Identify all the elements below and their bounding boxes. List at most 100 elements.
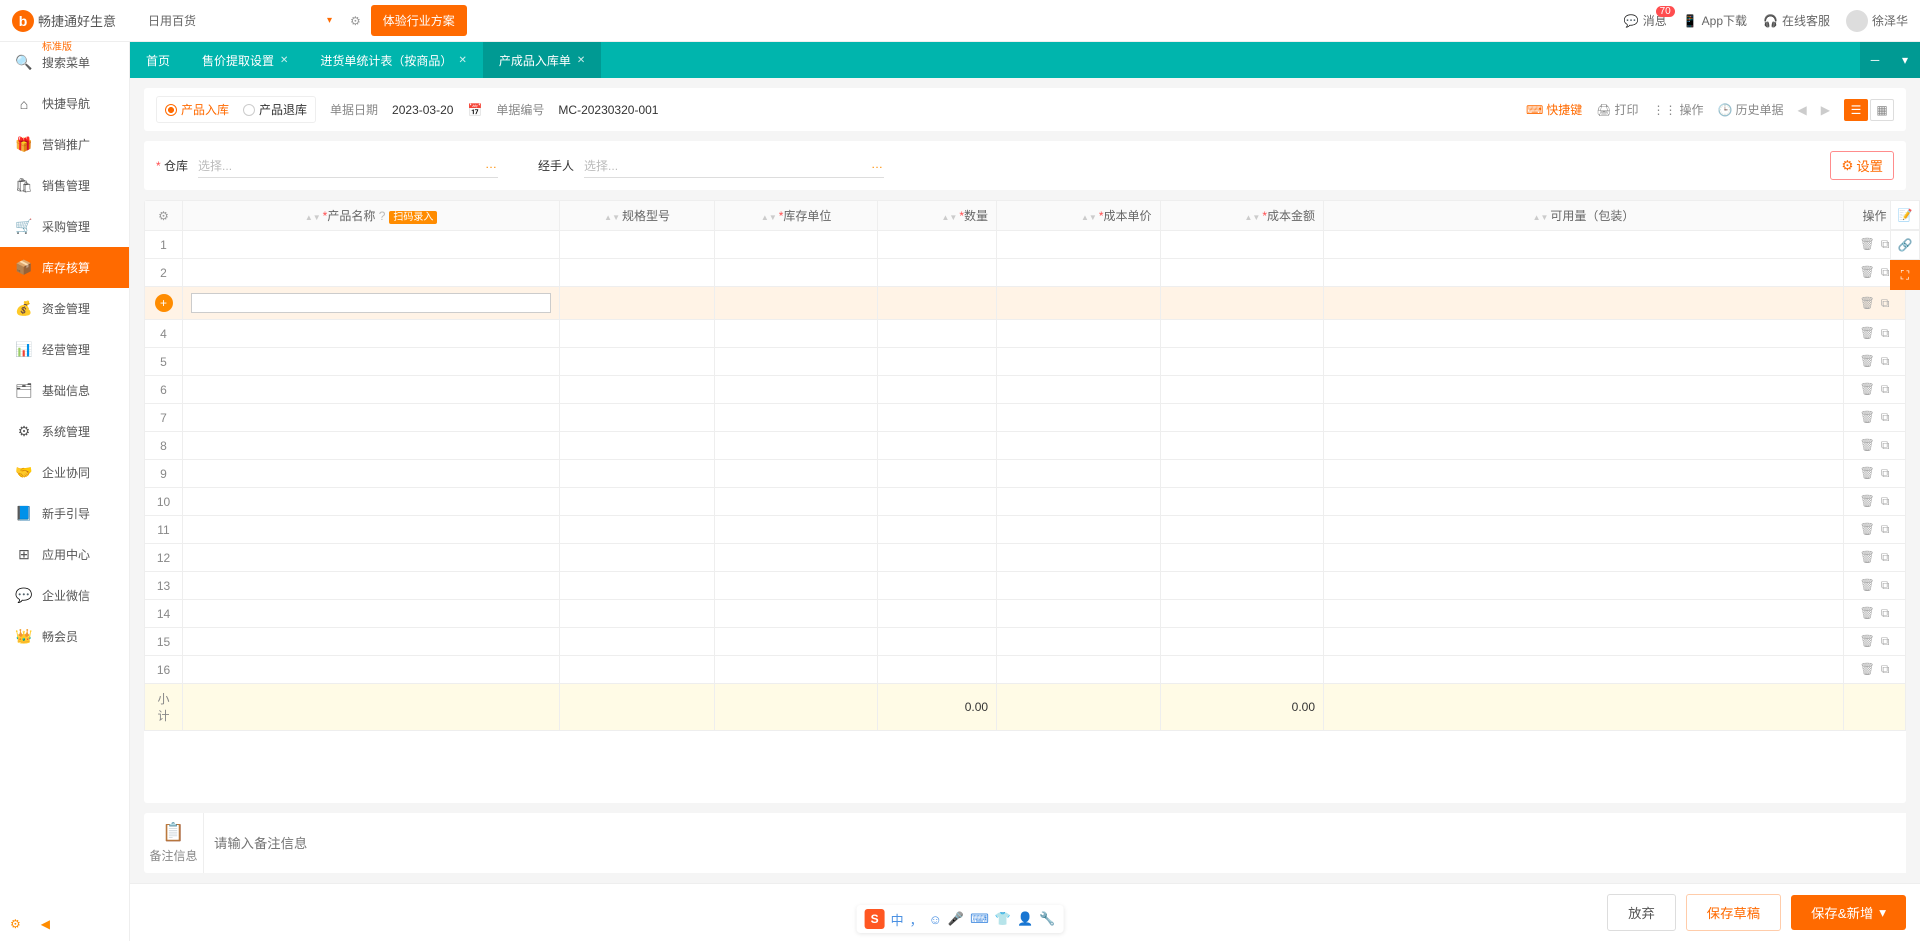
cell-unit[interactable] [714, 376, 877, 404]
row-delete-icon[interactable]: 🗑 [1860, 466, 1875, 480]
cell-available[interactable] [1324, 460, 1844, 488]
cell-product[interactable] [183, 231, 560, 259]
cell-price[interactable] [997, 460, 1160, 488]
grid-row[interactable]: 16🗑⧉ [145, 656, 1906, 684]
cell-spec[interactable] [560, 432, 715, 460]
cell-spec[interactable] [560, 404, 715, 432]
cell-amount[interactable] [1160, 348, 1324, 376]
col-amount[interactable]: ▲▼*成本金额 [1160, 201, 1324, 231]
cell-unit[interactable] [714, 628, 877, 656]
tab-3[interactable]: 产成品入库单✕ [483, 42, 601, 78]
cell-available[interactable] [1324, 572, 1844, 600]
row-delete-icon[interactable]: 🗑 [1860, 296, 1875, 310]
cell-amount[interactable] [1160, 460, 1324, 488]
row-delete-icon[interactable]: 🗑 [1860, 606, 1875, 620]
cell-unit[interactable] [714, 572, 877, 600]
grid-row[interactable]: 8🗑⧉ [145, 432, 1906, 460]
grid-row[interactable]: 7🗑⧉ [145, 404, 1906, 432]
cell-spec[interactable] [560, 259, 715, 287]
user-menu[interactable]: 徐泽华 [1846, 10, 1908, 32]
col-product[interactable]: ▲▼*产品名称 ?扫码录入 [183, 201, 560, 231]
col-spec[interactable]: ▲▼规格型号 [560, 201, 715, 231]
grid-row[interactable]: 1🗑⧉ [145, 231, 1906, 259]
row-delete-icon[interactable]: 🗑 [1860, 522, 1875, 536]
cell-qty[interactable] [878, 404, 997, 432]
row-delete-icon[interactable]: 🗑 [1860, 326, 1875, 340]
cell-spec[interactable] [560, 320, 715, 348]
cell-unit[interactable] [714, 320, 877, 348]
cell-available[interactable] [1324, 488, 1844, 516]
cell-available[interactable] [1324, 544, 1844, 572]
cell-qty[interactable] [878, 572, 997, 600]
sidebar-item-14[interactable]: 👑畅会员 [0, 616, 129, 657]
row-copy-icon[interactable]: ⧉ [1881, 354, 1890, 368]
row-copy-icon[interactable]: ⧉ [1881, 237, 1890, 251]
cell-amount[interactable] [1160, 259, 1324, 287]
close-icon[interactable]: ✕ [458, 55, 466, 66]
tab-2[interactable]: 进货单统计表（按商品）✕ [304, 42, 482, 78]
cell-product[interactable] [183, 376, 560, 404]
cell-spec[interactable] [560, 544, 715, 572]
tab-menu-button[interactable]: ▾ [1890, 42, 1920, 78]
settings-icon[interactable]: ⚙ [350, 14, 361, 28]
cell-amount[interactable] [1160, 516, 1324, 544]
close-icon[interactable]: ✕ [280, 55, 288, 66]
sidebar-item-5[interactable]: 📦库存核算 [0, 247, 129, 288]
cell-amount[interactable] [1160, 376, 1324, 404]
save-and-new-button[interactable]: 保存&新增 ▾ [1791, 895, 1906, 930]
app-download-link[interactable]: 📱 App下载 [1683, 12, 1747, 29]
grid-row[interactable]: 15🗑⧉ [145, 628, 1906, 656]
operate-link[interactable]: ⋮⋮ 操作 [1653, 101, 1704, 118]
column-config-icon[interactable]: ⚙ [158, 209, 169, 223]
cell-qty[interactable] [878, 259, 997, 287]
cell-product[interactable] [183, 320, 560, 348]
cell-amount[interactable] [1160, 572, 1324, 600]
rail-note-icon[interactable]: 📝 [1890, 200, 1920, 230]
tab-minimize-button[interactable]: ─ [1860, 42, 1890, 78]
save-draft-button[interactable]: 保存草稿 [1686, 894, 1781, 931]
trial-button[interactable]: 体验行业方案 [371, 5, 467, 36]
cell-price[interactable] [997, 656, 1160, 684]
row-copy-icon[interactable]: ⧉ [1881, 326, 1890, 340]
cell-available[interactable] [1324, 376, 1844, 404]
discard-button[interactable]: 放弃 [1607, 894, 1676, 931]
cell-unit[interactable] [714, 287, 877, 320]
shortcut-link[interactable]: ⌨ 快捷键 [1526, 101, 1582, 118]
cell-amount[interactable] [1160, 320, 1324, 348]
cell-available[interactable] [1324, 432, 1844, 460]
ime-user-icon[interactable]: 👤 [1017, 911, 1033, 927]
cell-amount[interactable] [1160, 404, 1324, 432]
cell-price[interactable] [997, 544, 1160, 572]
row-copy-icon[interactable]: ⧉ [1881, 606, 1890, 620]
cell-qty[interactable] [878, 287, 997, 320]
store-selector[interactable]: 日用百货 ▾ [140, 7, 340, 35]
sidebar-collapse-icon[interactable]: ◀ [41, 917, 50, 931]
cell-price[interactable] [997, 320, 1160, 348]
cell-price[interactable] [997, 404, 1160, 432]
cell-qty[interactable] [878, 656, 997, 684]
sidebar-item-7[interactable]: 📊经营管理 [0, 329, 129, 370]
cell-product[interactable] [183, 460, 560, 488]
cell-unit[interactable] [714, 348, 877, 376]
radio-product-in[interactable]: 产品入库 [165, 101, 229, 118]
grid-row[interactable]: 12🗑⧉ [145, 544, 1906, 572]
sidebar-item-8[interactable]: 🗂基础信息 [0, 370, 129, 411]
cell-price[interactable] [997, 516, 1160, 544]
col-price[interactable]: ▲▼*成本单价 [997, 201, 1160, 231]
cell-price[interactable] [997, 231, 1160, 259]
cell-qty[interactable] [878, 432, 997, 460]
cell-amount[interactable] [1160, 231, 1324, 259]
cell-product[interactable] [183, 348, 560, 376]
cell-product[interactable] [183, 628, 560, 656]
cell-amount[interactable] [1160, 488, 1324, 516]
grid-row[interactable]: 13🗑⧉ [145, 572, 1906, 600]
cell-unit[interactable] [714, 656, 877, 684]
row-copy-icon[interactable]: ⧉ [1881, 662, 1890, 676]
col-qty[interactable]: ▲▼*数量 [878, 201, 997, 231]
cell-unit[interactable] [714, 259, 877, 287]
help-icon[interactable]: ? [379, 209, 386, 223]
row-copy-icon[interactable]: ⧉ [1881, 578, 1890, 592]
cell-spec[interactable] [560, 488, 715, 516]
rail-link-icon[interactable]: 🔗 [1890, 230, 1920, 260]
cell-amount[interactable] [1160, 656, 1324, 684]
